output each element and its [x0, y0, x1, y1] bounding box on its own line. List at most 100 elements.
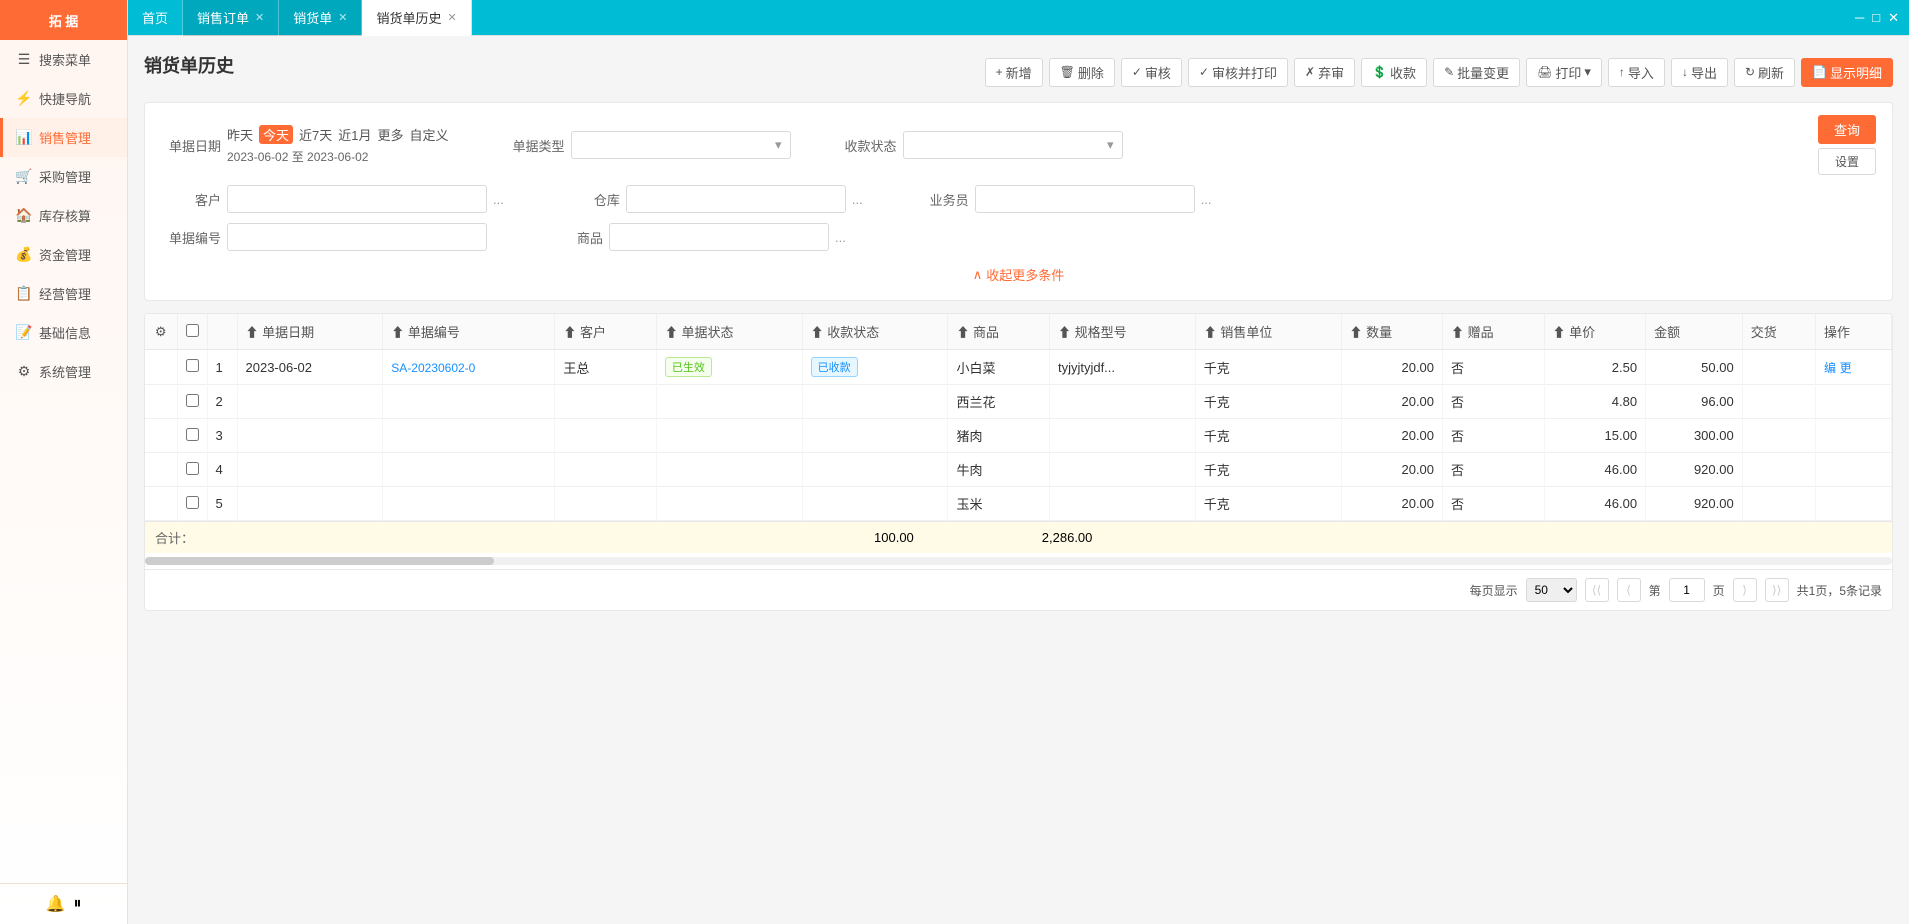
row-checkbox[interactable] — [186, 462, 199, 475]
export-button[interactable]: ↓ 导出 — [1671, 58, 1728, 87]
print-button[interactable]: 🖨 打印 ▾ — [1526, 58, 1602, 87]
col-sales-unit[interactable]: ⬆ 销售单位 — [1195, 314, 1341, 350]
cell-checkbox[interactable] — [177, 385, 207, 419]
sidebar-item-purchase-mgmt[interactable]: 🛒 采购管理 — [0, 157, 127, 196]
window-max-icon[interactable]: □ — [1872, 10, 1880, 25]
review-icon: ✓ — [1132, 65, 1142, 79]
staff-dotdot[interactable]: ... — [1201, 192, 1212, 207]
settings-button[interactable]: 设置 — [1818, 148, 1876, 175]
edit-link[interactable]: 编 — [1824, 361, 1836, 375]
tab-sales-order-close[interactable]: ✕ — [255, 11, 264, 24]
sidebar-item-operations-mgmt[interactable]: 📋 经营管理 — [0, 274, 127, 313]
col-doc-date[interactable]: ⬆ 单据日期 — [237, 314, 383, 350]
sidebar-item-sys-mgmt[interactable]: ⚙ 系统管理 — [0, 352, 127, 391]
col-goods[interactable]: ⬆ 商品 — [948, 314, 1050, 350]
tab-sales-history[interactable]: 销货单历史 ✕ — [362, 0, 471, 36]
review-button[interactable]: ✓ 审核 — [1121, 58, 1182, 87]
abandon-button[interactable]: ✗ 弃审 — [1294, 58, 1355, 87]
last-page-button[interactable]: ⟩⟩ — [1765, 578, 1789, 602]
filter-doc-type-select[interactable]: ▾ — [571, 131, 791, 159]
shortcut-custom[interactable]: 自定义 — [410, 125, 449, 144]
shortcut-today[interactable]: 今天 — [259, 125, 293, 144]
sidebar-item-inventory[interactable]: 🏠 库存核算 — [0, 196, 127, 235]
cell-checkbox[interactable] — [177, 487, 207, 521]
shortcut-yesterday[interactable]: 昨天 — [227, 125, 253, 144]
collect-button[interactable]: 💲 收款 — [1361, 58, 1427, 87]
filter-staff-input[interactable] — [975, 185, 1195, 213]
review-print-button[interactable]: ✓ 审核并打印 — [1188, 58, 1288, 87]
sidebar-item-quick-nav[interactable]: ⚡ 快捷导航 — [0, 79, 127, 118]
first-page-button[interactable]: ⟨⟨ — [1585, 578, 1609, 602]
quick-nav-icon: ⚡ — [15, 90, 33, 107]
cell-doc-no[interactable]: SA-20230602-0 — [383, 350, 555, 385]
cell-doc-no[interactable] — [383, 419, 555, 453]
select-all-checkbox[interactable] — [186, 324, 199, 337]
window-close-icon[interactable]: ✕ — [1888, 10, 1899, 26]
doc-no-link[interactable]: SA-20230602-0 — [391, 361, 475, 375]
horizontal-scrollbar[interactable] — [145, 557, 1892, 565]
notification-icon[interactable]: 🔔 — [46, 894, 66, 914]
scrollbar-thumb[interactable] — [145, 557, 494, 565]
purchase-mgmt-icon: 🛒 — [15, 168, 33, 185]
tab-home[interactable]: 首页 — [128, 0, 183, 36]
col-gift[interactable]: ⬆ 赠品 — [1443, 314, 1545, 350]
sidebar-item-base-info[interactable]: 📝 基础信息 — [0, 313, 127, 352]
col-gear[interactable]: ⚙ — [145, 314, 177, 350]
col-doc-status[interactable]: ⬆ 单据状态 — [656, 314, 802, 350]
col-checkbox[interactable] — [177, 314, 207, 350]
cell-goods: 西兰花 — [948, 385, 1050, 419]
window-min-icon[interactable]: ─ — [1855, 10, 1864, 25]
cell-checkbox[interactable] — [177, 350, 207, 385]
col-qty[interactable]: ⬆ 数量 — [1341, 314, 1443, 350]
next-page-button[interactable]: ⟩ — [1733, 578, 1757, 602]
query-button[interactable]: 查询 — [1818, 115, 1876, 144]
cell-doc-no[interactable] — [383, 385, 555, 419]
tab-sales-goods[interactable]: 销货单 ✕ — [279, 0, 362, 36]
filter-goods-input[interactable] — [609, 223, 829, 251]
prev-page-button[interactable]: ⟨ — [1617, 578, 1641, 602]
row-checkbox[interactable] — [186, 496, 199, 509]
page-input[interactable] — [1669, 578, 1705, 602]
tab-sales-order[interactable]: 销售订单 ✕ — [183, 0, 279, 36]
tab-sales-goods-close[interactable]: ✕ — [338, 11, 347, 24]
cell-checkbox[interactable] — [177, 453, 207, 487]
import-button[interactable]: ↑ 导入 — [1608, 58, 1665, 87]
filter-payment-status-select[interactable]: ▾ — [903, 131, 1123, 159]
filter-warehouse-item: 仓库 ... — [560, 185, 863, 213]
pause-icon[interactable]: ⏸ — [73, 895, 81, 913]
goods-dotdot[interactable]: ... — [835, 230, 846, 245]
cell-qty: 20.00 — [1341, 385, 1443, 419]
cell-checkbox[interactable] — [177, 419, 207, 453]
col-customer[interactable]: ⬆ 客户 — [555, 314, 657, 350]
delete-button[interactable]: 🗑 删除 — [1049, 58, 1115, 87]
cell-doc-no[interactable] — [383, 453, 555, 487]
col-unit-price[interactable]: ⬆ 单价 — [1544, 314, 1646, 350]
col-doc-no[interactable]: ⬆ 单据编号 — [383, 314, 555, 350]
shortcut-more[interactable]: 更多 — [378, 125, 404, 144]
col-amount: 金额 — [1646, 314, 1743, 350]
col-payment-status[interactable]: ⬆ 收款状态 — [802, 314, 948, 350]
col-spec[interactable]: ⬆ 规格型号 — [1049, 314, 1195, 350]
per-page-select[interactable]: 50 100 200 — [1526, 578, 1577, 602]
sidebar-item-sales-mgmt[interactable]: 📊 销售管理 — [0, 118, 127, 157]
filter-customer-input[interactable] — [227, 185, 487, 213]
batch-change-button[interactable]: ✎ 批量变更 — [1433, 58, 1520, 87]
customer-dotdot[interactable]: ... — [493, 192, 504, 207]
sidebar-item-search-menu[interactable]: ☰ 搜索菜单 — [0, 40, 127, 79]
sidebar-item-finance-mgmt[interactable]: 💰 资金管理 — [0, 235, 127, 274]
cell-doc-no[interactable] — [383, 487, 555, 521]
new-button[interactable]: + 新增 — [985, 58, 1043, 87]
filter-doc-no-input[interactable] — [227, 223, 487, 251]
warehouse-dotdot[interactable]: ... — [852, 192, 863, 207]
shortcut-1month[interactable]: 近1月 — [338, 125, 371, 144]
row-checkbox[interactable] — [186, 428, 199, 441]
row-checkbox[interactable] — [186, 359, 199, 372]
shortcut-7days[interactable]: 近7天 — [299, 125, 332, 144]
more-link[interactable]: 更 — [1840, 361, 1852, 375]
row-checkbox[interactable] — [186, 394, 199, 407]
show-detail-button[interactable]: 📄 显示明细 — [1801, 58, 1893, 87]
tab-sales-history-close[interactable]: ✕ — [448, 11, 457, 24]
filter-warehouse-input[interactable] — [626, 185, 846, 213]
collapse-more-btn[interactable]: ∧ 收起更多条件 — [161, 261, 1876, 288]
refresh-button[interactable]: ↻ 刷新 — [1734, 58, 1795, 87]
